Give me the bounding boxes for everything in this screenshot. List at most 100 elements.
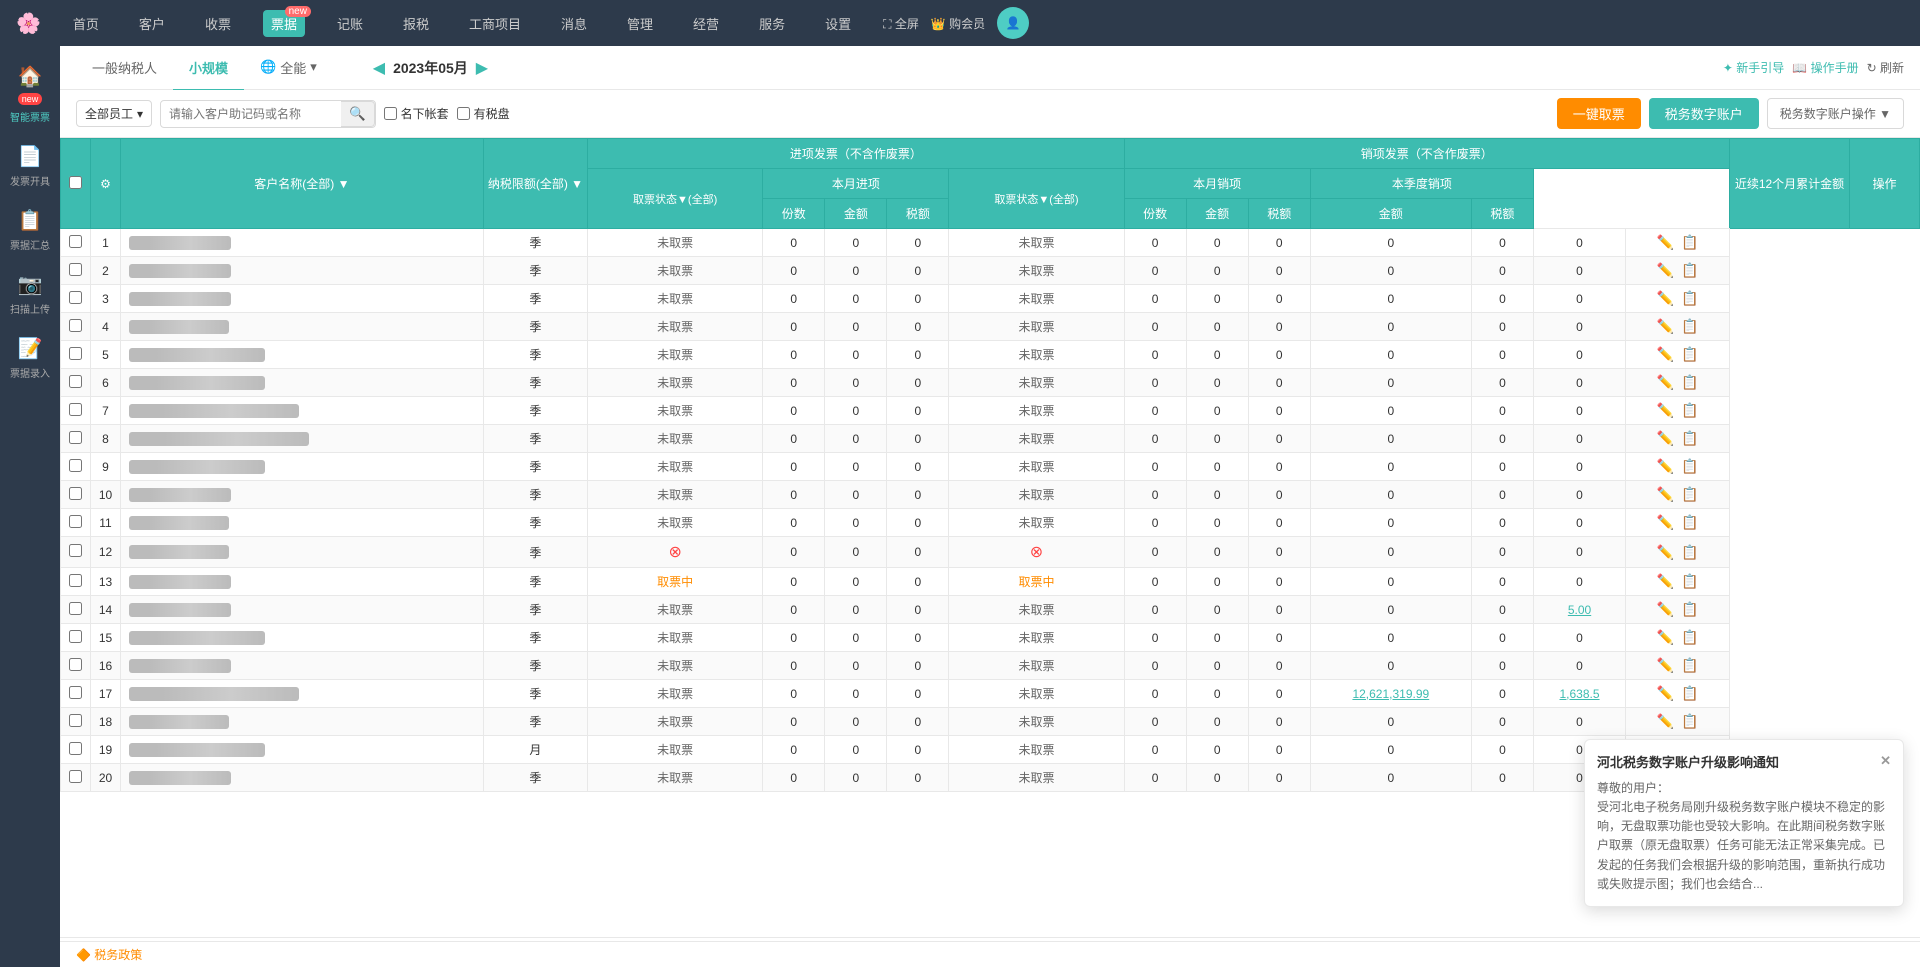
row-checkbox[interactable] xyxy=(69,544,82,557)
th-out-status[interactable]: 取票状态▼(全部) xyxy=(949,169,1124,229)
edit-btn[interactable]: ✏️ xyxy=(1656,290,1673,306)
copy-btn[interactable]: 📋 xyxy=(1681,713,1698,729)
nav-manage[interactable]: 管理 xyxy=(619,10,661,37)
copy-btn[interactable]: 📋 xyxy=(1681,290,1698,306)
nav-settings[interactable]: 设置 xyxy=(817,10,859,37)
one-key-ticket-btn[interactable]: 一键取票 xyxy=(1557,98,1641,129)
edit-btn[interactable]: ✏️ xyxy=(1656,629,1673,645)
copy-btn[interactable]: 📋 xyxy=(1681,374,1698,390)
copy-btn[interactable]: 📋 xyxy=(1681,685,1698,701)
row-checkbox[interactable] xyxy=(69,515,82,528)
copy-btn[interactable]: 📋 xyxy=(1681,234,1698,250)
fullscreen-btn[interactable]: ⛶ 全屏 xyxy=(883,15,919,32)
season-amount-value[interactable]: 12,621,319.99 xyxy=(1352,687,1429,701)
nav-service[interactable]: 服务 xyxy=(751,10,793,37)
edit-btn[interactable]: ✏️ xyxy=(1656,486,1673,502)
nav-accounting[interactable]: 记账 xyxy=(329,10,371,37)
copy-btn[interactable]: 📋 xyxy=(1681,544,1698,560)
tab-full-ability[interactable]: 🌐 全能 ▾ xyxy=(244,46,333,91)
edit-btn[interactable]: ✏️ xyxy=(1656,234,1673,250)
edit-btn[interactable]: ✏️ xyxy=(1656,430,1673,446)
nav-receive[interactable]: 收票 xyxy=(197,10,239,37)
nav-home[interactable]: 首页 xyxy=(65,10,107,37)
copy-btn[interactable]: 📋 xyxy=(1681,458,1698,474)
edit-btn[interactable]: ✏️ xyxy=(1656,402,1673,418)
under-ledger-checkbox[interactable] xyxy=(384,107,397,120)
row-checkbox[interactable] xyxy=(69,431,82,444)
nav-client[interactable]: 客户 xyxy=(131,10,173,37)
notification-close-btn[interactable]: ✕ xyxy=(1880,753,1891,769)
nav-message[interactable]: 消息 xyxy=(553,10,595,37)
user-avatar[interactable]: 👤 xyxy=(997,7,1029,39)
search-button[interactable]: 🔍 xyxy=(341,101,375,127)
refresh-btn[interactable]: ↻ 刷新 xyxy=(1867,59,1904,76)
edit-btn[interactable]: ✏️ xyxy=(1656,713,1673,729)
row-checkbox[interactable] xyxy=(69,459,82,472)
copy-btn[interactable]: 📋 xyxy=(1681,318,1698,334)
sidebar-item-summary[interactable]: 📋 票据汇总 xyxy=(0,198,60,262)
copy-btn[interactable]: 📋 xyxy=(1681,486,1698,502)
date-prev-btn[interactable]: ◀ xyxy=(373,58,385,78)
tab-general-taxpayer[interactable]: 一般纳税人 xyxy=(76,46,173,91)
row-checkbox[interactable] xyxy=(69,347,82,360)
edit-btn[interactable]: ✏️ xyxy=(1656,685,1673,701)
row-checkbox[interactable] xyxy=(69,263,82,276)
employee-select[interactable]: 全部员工 ▾ xyxy=(76,100,152,127)
copy-btn[interactable]: 📋 xyxy=(1681,514,1698,530)
row-checkbox[interactable] xyxy=(69,602,82,615)
under-ledger-checkbox-label[interactable]: 名下帐套 xyxy=(384,105,449,122)
has-tax-checkbox[interactable] xyxy=(457,107,470,120)
row-checkbox[interactable] xyxy=(69,291,82,304)
th-settings[interactable]: ⚙ xyxy=(91,139,121,229)
last12-value[interactable]: 1,638.5 xyxy=(1560,687,1600,701)
nav-tax[interactable]: 报税 xyxy=(395,10,437,37)
row-checkbox[interactable] xyxy=(69,403,82,416)
edit-btn[interactable]: ✏️ xyxy=(1656,262,1673,278)
nav-operate[interactable]: 经营 xyxy=(685,10,727,37)
edit-btn[interactable]: ✏️ xyxy=(1656,346,1673,362)
nav-ticket[interactable]: 票据 new xyxy=(263,10,305,37)
has-tax-checkbox-label[interactable]: 有税盘 xyxy=(457,105,510,122)
row-checkbox[interactable] xyxy=(69,658,82,671)
copy-btn[interactable]: 📋 xyxy=(1681,629,1698,645)
copy-btn[interactable]: 📋 xyxy=(1681,657,1698,673)
copy-btn[interactable]: 📋 xyxy=(1681,430,1698,446)
edit-btn[interactable]: ✏️ xyxy=(1656,514,1673,530)
copy-btn[interactable]: 📋 xyxy=(1681,346,1698,362)
row-checkbox[interactable] xyxy=(69,742,82,755)
edit-btn[interactable]: ✏️ xyxy=(1656,318,1673,334)
date-next-btn[interactable]: ▶ xyxy=(476,58,488,78)
tab-small-scale[interactable]: 小规模 xyxy=(173,46,244,91)
tax-policy-link[interactable]: 🔶 税务政策 xyxy=(76,946,142,963)
edit-btn[interactable]: ✏️ xyxy=(1656,573,1673,589)
sidebar-item-ticket[interactable]: 🏠 new 智能票票 xyxy=(0,54,60,134)
tax-digital-account-ops-btn[interactable]: 税务数字账户操作 ▼ xyxy=(1767,98,1904,129)
row-checkbox[interactable] xyxy=(69,574,82,587)
sidebar-item-entry[interactable]: 📝 票据录入 xyxy=(0,326,60,390)
select-all-checkbox[interactable] xyxy=(69,176,82,189)
search-input[interactable] xyxy=(161,103,341,125)
row-checkbox[interactable] xyxy=(69,319,82,332)
row-checkbox[interactable] xyxy=(69,714,82,727)
nav-business[interactable]: 工商项目 xyxy=(461,10,529,37)
edit-btn[interactable]: ✏️ xyxy=(1656,374,1673,390)
edit-btn[interactable]: ✏️ xyxy=(1656,458,1673,474)
tax-digital-account-btn[interactable]: 税务数字账户 xyxy=(1649,98,1759,129)
copy-btn[interactable]: 📋 xyxy=(1681,601,1698,617)
row-checkbox[interactable] xyxy=(69,770,82,783)
row-checkbox[interactable] xyxy=(69,487,82,500)
manual-btn[interactable]: 📖 操作手册 xyxy=(1792,59,1858,76)
member-btn[interactable]: 👑 购会员 xyxy=(931,15,985,32)
edit-btn[interactable]: ✏️ xyxy=(1656,601,1673,617)
th-in-status[interactable]: 取票状态▼(全部) xyxy=(588,169,763,229)
edit-btn[interactable]: ✏️ xyxy=(1656,544,1673,560)
edit-btn[interactable]: ✏️ xyxy=(1656,657,1673,673)
copy-btn[interactable]: 📋 xyxy=(1681,402,1698,418)
sidebar-item-invoice[interactable]: 📄 发票开具 xyxy=(0,134,60,198)
last12-value[interactable]: 5.00 xyxy=(1568,603,1591,617)
copy-btn[interactable]: 📋 xyxy=(1681,573,1698,589)
row-checkbox[interactable] xyxy=(69,375,82,388)
row-checkbox[interactable] xyxy=(69,630,82,643)
copy-btn[interactable]: 📋 xyxy=(1681,262,1698,278)
row-checkbox[interactable] xyxy=(69,686,82,699)
